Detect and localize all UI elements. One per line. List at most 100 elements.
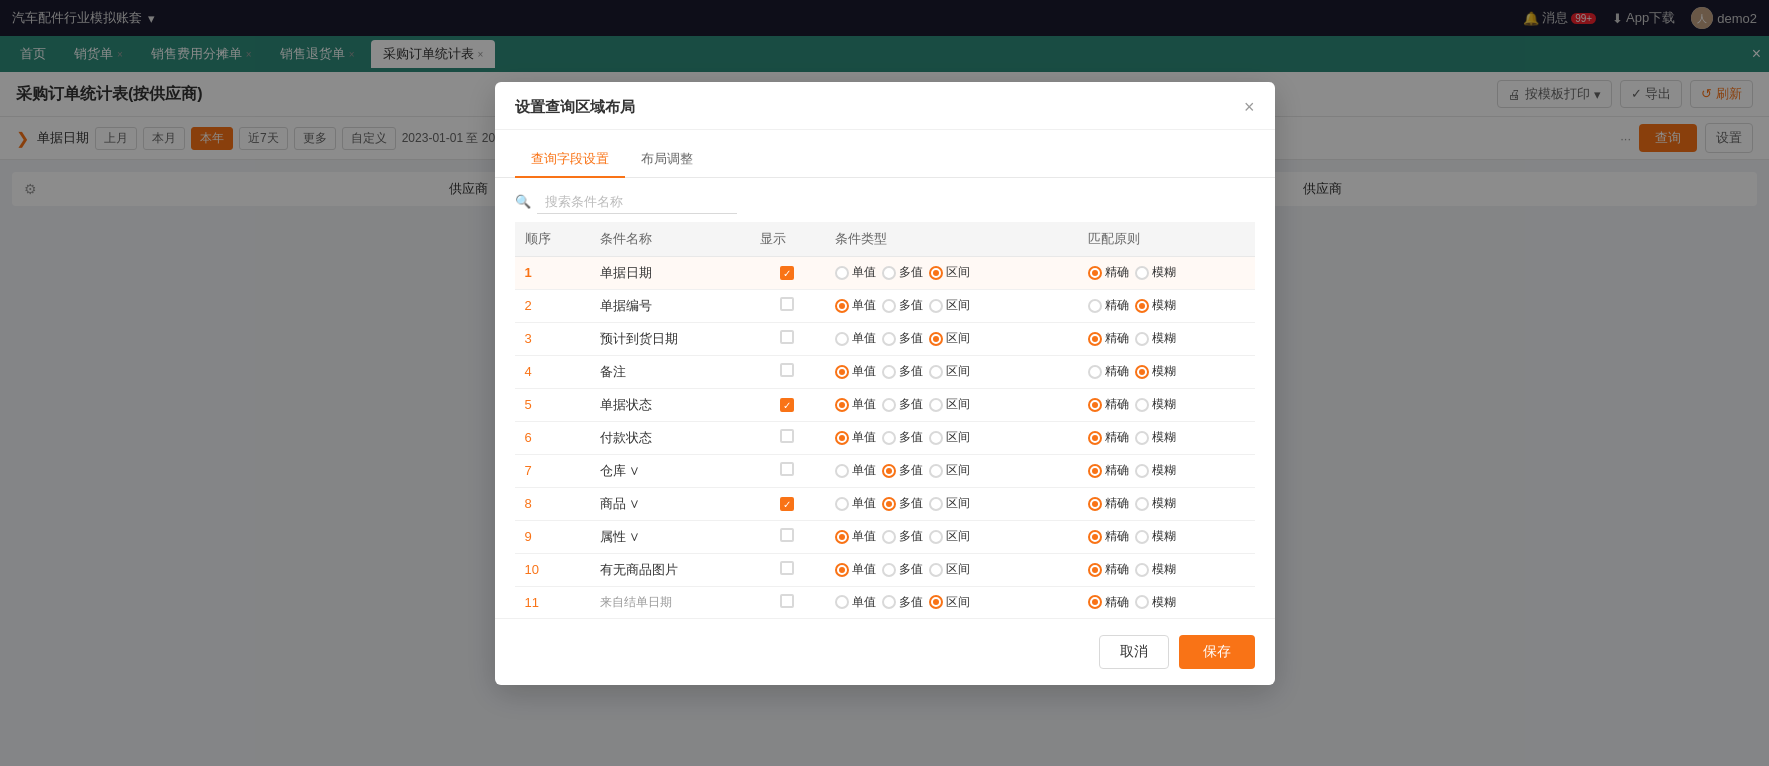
radio-item-模糊[interactable]: 模糊: [1135, 495, 1176, 512]
radio-label-区间: 区间: [946, 297, 970, 314]
radio-item-精确[interactable]: 精确: [1088, 297, 1129, 314]
radio-label-多值: 多值: [899, 594, 923, 611]
radio-item-单值[interactable]: 单值: [835, 429, 876, 446]
radio-item-模糊[interactable]: 模糊: [1135, 297, 1176, 314]
show-checkbox-4[interactable]: ✓: [780, 398, 794, 412]
show-checkbox-8[interactable]: [780, 528, 794, 542]
radio-item-精确[interactable]: 精确: [1088, 363, 1129, 380]
radio-circle-精确: [1088, 398, 1102, 412]
radio-item-精确[interactable]: 精确: [1088, 462, 1129, 479]
radio-item-模糊[interactable]: 模糊: [1135, 429, 1176, 446]
radio-item-多值[interactable]: 多值: [882, 561, 923, 578]
show-checkbox-10[interactable]: [780, 594, 794, 608]
show-checkbox-6[interactable]: [780, 462, 794, 476]
radio-label-精确: 精确: [1105, 363, 1129, 380]
radio-item-精确[interactable]: 精确: [1088, 429, 1129, 446]
radio-item-模糊[interactable]: 模糊: [1135, 264, 1176, 281]
radio-item-区间[interactable]: 区间: [929, 594, 970, 611]
radio-item-精确[interactable]: 精确: [1088, 330, 1129, 347]
show-checkbox-1[interactable]: [780, 297, 794, 311]
radio-item-区间[interactable]: 区间: [929, 528, 970, 545]
show-checkbox-7[interactable]: ✓: [780, 497, 794, 511]
radio-item-模糊[interactable]: 模糊: [1135, 396, 1176, 413]
radio-item-多值[interactable]: 多值: [882, 396, 923, 413]
radio-item-单值[interactable]: 单值: [835, 462, 876, 479]
match-cell: 精确 模糊: [1078, 454, 1254, 487]
show-checkbox-2[interactable]: [780, 330, 794, 344]
type-cell: 单值 多值 区间: [825, 520, 1078, 553]
dialog-close-button[interactable]: ×: [1244, 98, 1255, 116]
radio-item-多值[interactable]: 多值: [882, 330, 923, 347]
radio-label-模糊: 模糊: [1152, 297, 1176, 314]
radio-circle-区间: [929, 299, 943, 313]
radio-item-区间[interactable]: 区间: [929, 495, 970, 512]
radio-item-模糊[interactable]: 模糊: [1135, 594, 1176, 611]
radio-item-区间[interactable]: 区间: [929, 429, 970, 446]
show-checkbox-5[interactable]: [780, 429, 794, 443]
radio-item-精确[interactable]: 精确: [1088, 264, 1129, 281]
radio-item-多值[interactable]: 多值: [882, 462, 923, 479]
radio-item-多值[interactable]: 多值: [882, 264, 923, 281]
show-checkbox-0[interactable]: ✓: [780, 266, 794, 280]
radio-label-单值: 单值: [852, 495, 876, 512]
radio-item-单值[interactable]: 单值: [835, 495, 876, 512]
order-number: 8: [525, 496, 532, 511]
radio-item-多值[interactable]: 多值: [882, 495, 923, 512]
radio-item-多值[interactable]: 多值: [882, 363, 923, 380]
radio-item-单值[interactable]: 单值: [835, 264, 876, 281]
radio-item-模糊[interactable]: 模糊: [1135, 462, 1176, 479]
radio-item-单值[interactable]: 单值: [835, 594, 876, 611]
name-cell: 仓库 ∨: [590, 454, 750, 487]
radio-item-单值[interactable]: 单值: [835, 330, 876, 347]
save-button[interactable]: 保存: [1179, 635, 1255, 669]
radio-label-多值: 多值: [899, 429, 923, 446]
show-cell: [750, 553, 825, 586]
radio-item-精确[interactable]: 精确: [1088, 396, 1129, 413]
radio-circle-单值: [835, 332, 849, 346]
radio-item-多值[interactable]: 多值: [882, 429, 923, 446]
th-name: 条件名称: [590, 222, 750, 257]
radio-item-多值[interactable]: 多值: [882, 297, 923, 314]
radio-item-多值[interactable]: 多值: [882, 594, 923, 611]
radio-item-多值[interactable]: 多值: [882, 528, 923, 545]
radio-item-精确[interactable]: 精确: [1088, 594, 1129, 611]
order-cell: 9: [515, 520, 590, 553]
radio-item-单值[interactable]: 单值: [835, 528, 876, 545]
tab-query-fields[interactable]: 查询字段设置: [515, 142, 625, 178]
radio-circle-单值: [835, 563, 849, 577]
radio-item-单值[interactable]: 单值: [835, 396, 876, 413]
match-cell: 精确 模糊: [1078, 355, 1254, 388]
radio-item-区间[interactable]: 区间: [929, 363, 970, 380]
radio-item-模糊[interactable]: 模糊: [1135, 561, 1176, 578]
radio-item-区间[interactable]: 区间: [929, 396, 970, 413]
radio-item-精确[interactable]: 精确: [1088, 561, 1129, 578]
show-checkbox-3[interactable]: [780, 363, 794, 377]
radio-item-区间[interactable]: 区间: [929, 330, 970, 347]
radio-item-模糊[interactable]: 模糊: [1135, 528, 1176, 545]
radio-item-精确[interactable]: 精确: [1088, 528, 1129, 545]
radio-item-区间[interactable]: 区间: [929, 462, 970, 479]
radio-label-多值: 多值: [899, 396, 923, 413]
conditions-table: 顺序 条件名称 显示 条件类型 匹配原则 1 单据日期 ✓ 单值 多值 区间: [515, 222, 1255, 618]
tab-layout-adjust[interactable]: 布局调整: [625, 142, 709, 178]
radio-item-模糊[interactable]: 模糊: [1135, 330, 1176, 347]
show-checkbox-9[interactable]: [780, 561, 794, 575]
radio-circle-精确: [1088, 266, 1102, 280]
radio-item-模糊[interactable]: 模糊: [1135, 363, 1176, 380]
radio-item-区间[interactable]: 区间: [929, 264, 970, 281]
radio-label-精确: 精确: [1105, 462, 1129, 479]
radio-item-区间[interactable]: 区间: [929, 561, 970, 578]
radio-item-单值[interactable]: 单值: [835, 363, 876, 380]
radio-label-多值: 多值: [899, 561, 923, 578]
radio-label-精确: 精确: [1105, 594, 1129, 611]
radio-item-单值[interactable]: 单值: [835, 561, 876, 578]
radio-item-精确[interactable]: 精确: [1088, 495, 1129, 512]
order-number: 3: [525, 331, 532, 346]
search-input[interactable]: [537, 190, 737, 214]
radio-item-单值[interactable]: 单值: [835, 297, 876, 314]
radio-circle-多值: [882, 299, 896, 313]
radio-item-区间[interactable]: 区间: [929, 297, 970, 314]
cancel-button[interactable]: 取消: [1099, 635, 1169, 669]
radio-circle-精确: [1088, 365, 1102, 379]
table-row: 8 商品 ∨ ✓ 单值 多值 区间 精确 模糊: [515, 487, 1255, 520]
